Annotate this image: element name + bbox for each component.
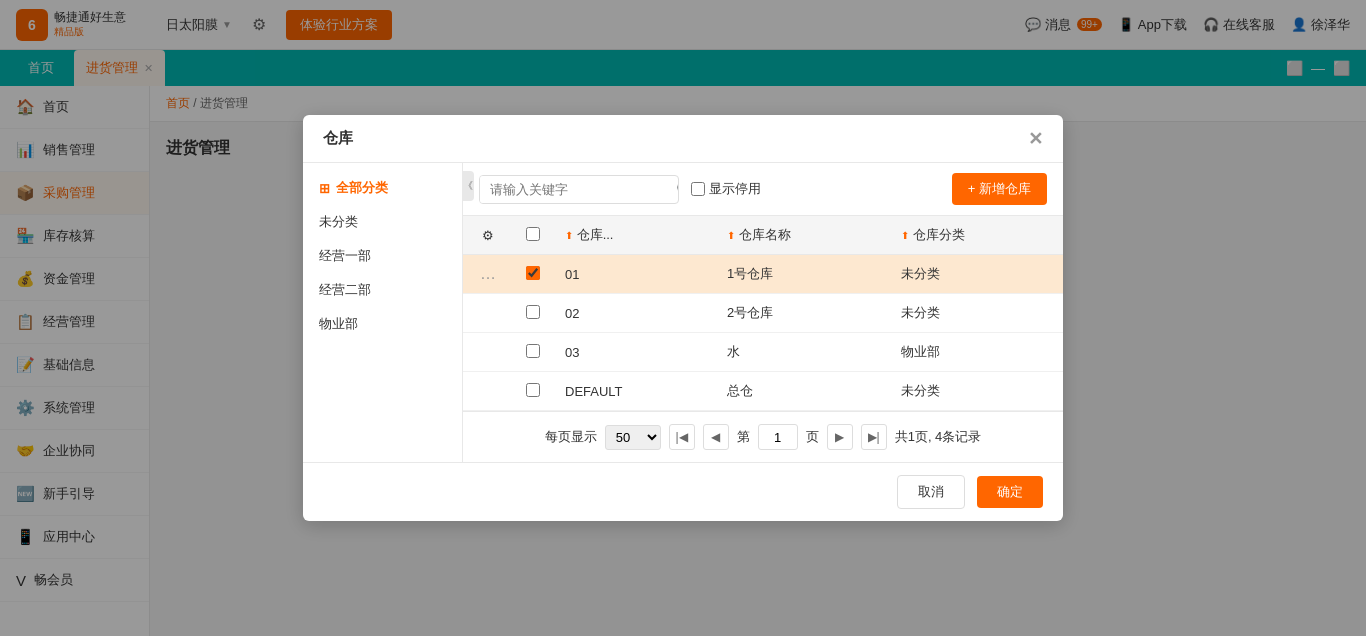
col-header-name: ⬆ 仓库名称 bbox=[715, 216, 889, 255]
data-table: ⚙ ⬆ 仓库... ⬆ bbox=[463, 216, 1063, 411]
category-panel: 《 ⊞ 全部分类 未分类 经营一部 经营二部 物业部 bbox=[303, 163, 463, 462]
col-header-check bbox=[513, 216, 553, 255]
collapse-panel-btn[interactable]: 《 bbox=[462, 171, 474, 201]
page-number-input[interactable] bbox=[758, 424, 798, 450]
search-icon[interactable]: 🔍 bbox=[668, 182, 679, 197]
modal-close-icon[interactable]: ✕ bbox=[1028, 130, 1043, 148]
row-code-cell: 03 bbox=[553, 333, 715, 372]
row-gear-cell bbox=[463, 333, 513, 372]
toolbar-left: 🔍 显示停用 bbox=[479, 175, 761, 204]
row-gear-cell bbox=[463, 372, 513, 411]
row-checkbox[interactable] bbox=[526, 266, 540, 280]
row-category-cell: 未分类 bbox=[889, 255, 1063, 294]
modal-header: 仓库 ✕ bbox=[303, 115, 1063, 163]
grid-icon: ⊞ bbox=[319, 181, 330, 196]
page-first-btn[interactable]: |◀ bbox=[669, 424, 695, 450]
category-item-unclassified[interactable]: 未分类 bbox=[303, 205, 462, 239]
cancel-button[interactable]: 取消 bbox=[897, 475, 965, 509]
row-code-cell: 01 bbox=[553, 255, 715, 294]
modal-title: 仓库 bbox=[323, 129, 353, 148]
total-info: 共1页, 4条记录 bbox=[895, 428, 982, 446]
page-last-btn[interactable]: ▶| bbox=[861, 424, 887, 450]
show-disabled-label[interactable]: 显示停用 bbox=[691, 180, 761, 198]
pagination: 每页显示 50 100 200 |◀ ◀ 第 页 ▶ ▶| 共1页, 4条记录 bbox=[463, 411, 1063, 462]
table-row[interactable]: 03 水 物业部 bbox=[463, 333, 1063, 372]
row-check-cell[interactable] bbox=[513, 255, 553, 294]
row-name-cell: 1号仓库 bbox=[715, 255, 889, 294]
col-header-gear: ⚙ bbox=[463, 216, 513, 255]
modal-body: 《 ⊞ 全部分类 未分类 经营一部 经营二部 物业部 🔍 bbox=[303, 163, 1063, 462]
row-checkbox[interactable] bbox=[526, 305, 540, 319]
row-name-cell: 总仓 bbox=[715, 372, 889, 411]
search-input[interactable] bbox=[480, 176, 668, 203]
col-header-sort: ⬆ 仓库... bbox=[553, 216, 715, 255]
row-checkbox[interactable] bbox=[526, 383, 540, 397]
row-category-cell: 物业部 bbox=[889, 333, 1063, 372]
category-item-property[interactable]: 物业部 bbox=[303, 307, 462, 341]
warehouse-table: ⚙ ⬆ 仓库... ⬆ bbox=[463, 216, 1063, 411]
search-box: 🔍 bbox=[479, 175, 679, 204]
per-page-label: 每页显示 bbox=[545, 428, 597, 446]
per-page-select[interactable]: 50 100 200 bbox=[605, 425, 661, 450]
table-row[interactable]: … 01 1号仓库 未分类 bbox=[463, 255, 1063, 294]
page-prev-btn[interactable]: ◀ bbox=[703, 424, 729, 450]
confirm-button[interactable]: 确定 bbox=[977, 476, 1043, 508]
table-row[interactable]: DEFAULT 总仓 未分类 bbox=[463, 372, 1063, 411]
table-header-row: ⚙ ⬆ 仓库... ⬆ bbox=[463, 216, 1063, 255]
col-header-category: ⬆ 仓库分类 bbox=[889, 216, 1063, 255]
warehouse-modal: 仓库 ✕ 《 ⊞ 全部分类 未分类 经营一部 经营二部 物业部 bbox=[303, 115, 1063, 521]
category-item-ops1[interactable]: 经营一部 bbox=[303, 239, 462, 273]
category-header: ⊞ 全部分类 bbox=[303, 171, 462, 205]
row-code-cell: DEFAULT bbox=[553, 372, 715, 411]
more-options-icon[interactable]: … bbox=[480, 265, 496, 282]
show-disabled-checkbox[interactable] bbox=[691, 182, 705, 196]
page-suffix: 页 bbox=[806, 428, 819, 446]
row-category-cell: 未分类 bbox=[889, 294, 1063, 333]
modal-overlay[interactable]: 仓库 ✕ 《 ⊞ 全部分类 未分类 经营一部 经营二部 物业部 bbox=[0, 0, 1366, 636]
category-item-ops2[interactable]: 经营二部 bbox=[303, 273, 462, 307]
select-all-checkbox[interactable] bbox=[526, 227, 540, 241]
row-check-cell[interactable] bbox=[513, 372, 553, 411]
row-gear-cell: … bbox=[463, 255, 513, 294]
modal-footer: 取消 确定 bbox=[303, 462, 1063, 521]
row-check-cell[interactable] bbox=[513, 294, 553, 333]
table-panel: 🔍 显示停用 + 新增仓库 bbox=[463, 163, 1063, 462]
row-category-cell: 未分类 bbox=[889, 372, 1063, 411]
page-next-btn[interactable]: ▶ bbox=[827, 424, 853, 450]
row-name-cell: 2号仓库 bbox=[715, 294, 889, 333]
row-check-cell[interactable] bbox=[513, 333, 553, 372]
row-gear-cell bbox=[463, 294, 513, 333]
row-checkbox[interactable] bbox=[526, 344, 540, 358]
page-label: 第 bbox=[737, 428, 750, 446]
row-name-cell: 水 bbox=[715, 333, 889, 372]
add-warehouse-button[interactable]: + 新增仓库 bbox=[952, 173, 1047, 205]
row-code-cell: 02 bbox=[553, 294, 715, 333]
table-toolbar: 🔍 显示停用 + 新增仓库 bbox=[463, 163, 1063, 216]
table-row[interactable]: 02 2号仓库 未分类 bbox=[463, 294, 1063, 333]
